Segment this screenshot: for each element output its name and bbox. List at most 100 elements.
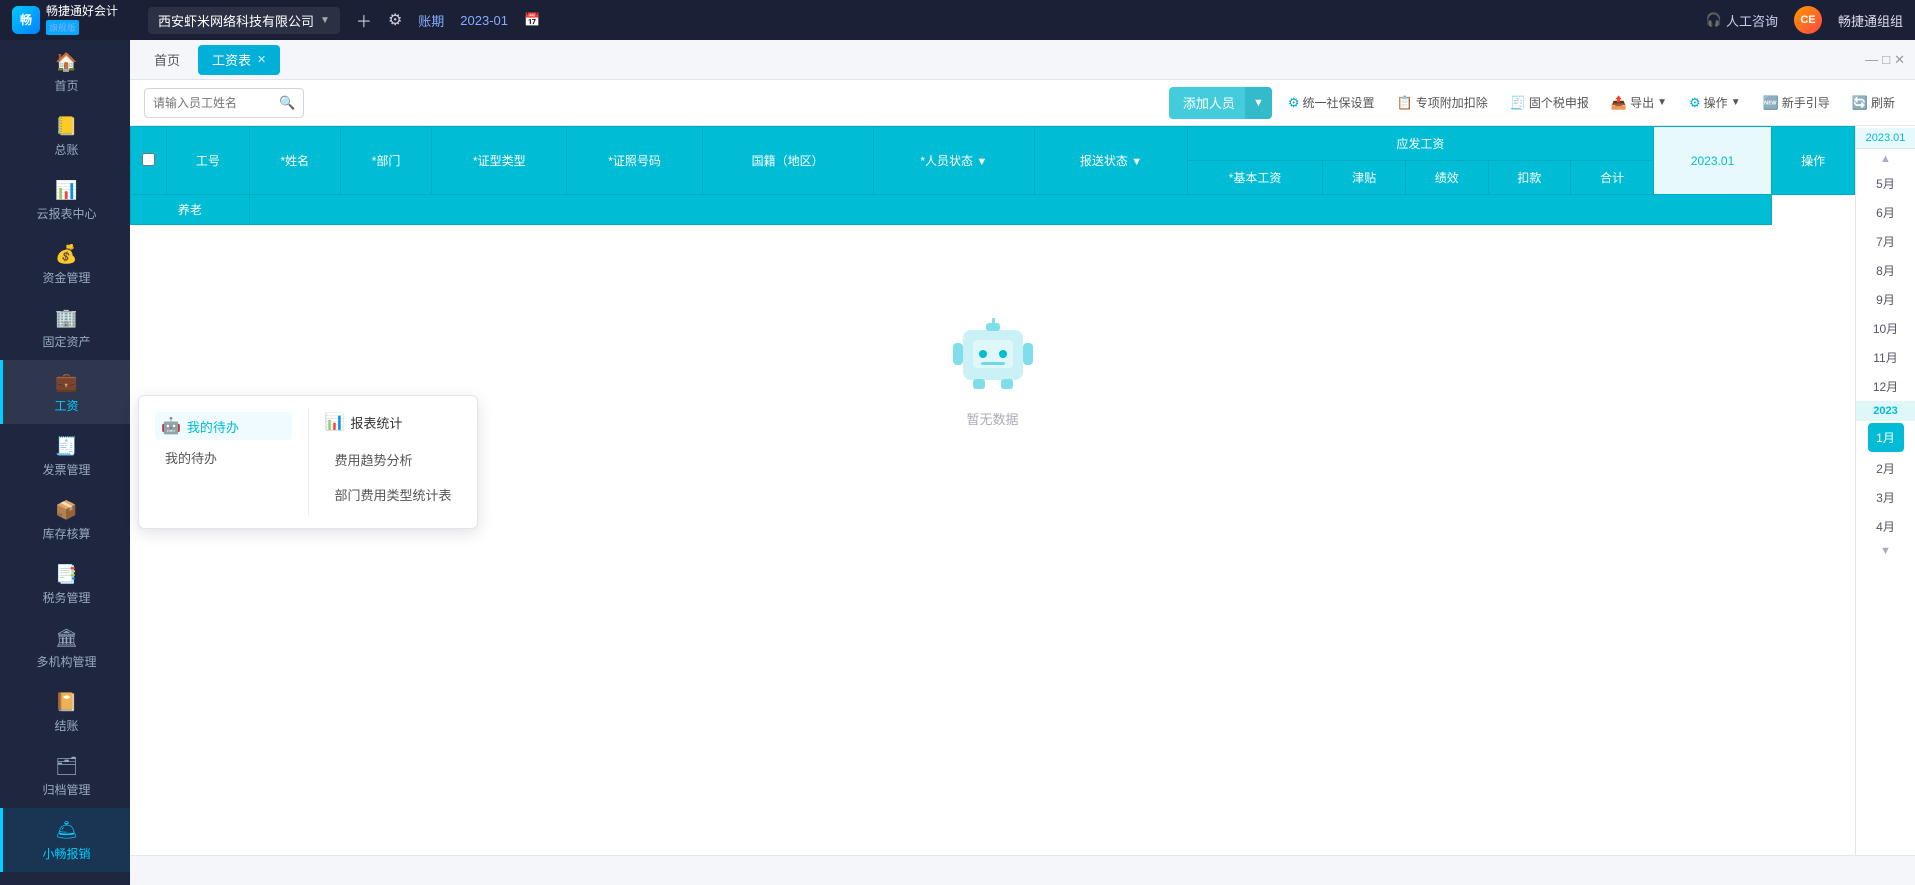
month-item-7[interactable]: 7月	[1856, 227, 1915, 256]
sidebar-item-salary[interactable]: 💼 工资	[0, 360, 130, 424]
app-name: 畅捷通好会计	[46, 4, 118, 18]
service-btn[interactable]: 🎧 人工咨询	[1706, 11, 1778, 30]
tab-home-label: 首页	[154, 50, 180, 69]
calendar-icon[interactable]: 📅	[524, 12, 540, 28]
export-btn[interactable]: 📤 导出 ▼	[1605, 90, 1673, 115]
month-item-1[interactable]: 1月	[1868, 423, 1904, 452]
tab-salary-label: 工资表	[212, 50, 251, 69]
social-security-label: 统一社保设置	[1302, 94, 1374, 111]
month-nav-down[interactable]: ▼	[1856, 541, 1915, 561]
month-item-8[interactable]: 8月	[1856, 256, 1915, 285]
popup-cost-trend[interactable]: 费用趋势分析	[325, 442, 462, 477]
add-person-btn[interactable]: 添加人员	[1169, 87, 1249, 119]
month-nav-up[interactable]: ▲	[1856, 149, 1915, 169]
month-item-3[interactable]: 3月	[1856, 483, 1915, 512]
month-item-9[interactable]: 9月	[1856, 285, 1915, 314]
username: 畅捷通组组	[1838, 11, 1903, 30]
special-deduct-icon: 📋	[1397, 95, 1413, 111]
archive-icon: 🗂	[55, 756, 78, 777]
search-input[interactable]	[153, 96, 273, 110]
sidebar-item-closing[interactable]: 📔 结账	[0, 680, 130, 744]
stats-icon: 📊	[325, 412, 345, 432]
sidebar-item-settings[interactable]: ⚙ 基础设置	[0, 872, 130, 885]
company-name: 西安虾米网络科技有限公司	[158, 11, 314, 30]
month-item-12[interactable]: 12月	[1856, 372, 1915, 401]
tax-report-btn[interactable]: 🧾 固个税申报	[1504, 90, 1595, 115]
select-all-header[interactable]	[131, 127, 167, 195]
sidebar-item-invoice[interactable]: 🧾 发票管理	[0, 424, 130, 488]
refresh-btn[interactable]: 🔄 刷新	[1846, 90, 1901, 115]
month-item-5[interactable]: 5月	[1856, 169, 1915, 198]
popup-col-todo: 🤖 我的待办 我的待办	[139, 396, 308, 528]
tab-salary[interactable]: 工资表 ✕	[198, 45, 280, 75]
operations-btn[interactable]: ⚙ 操作 ▼	[1683, 90, 1747, 115]
tab-home[interactable]: 首页	[140, 45, 194, 75]
month-item-6[interactable]: 6月	[1856, 198, 1915, 227]
sidebar-label-funds: 资金管理	[42, 269, 90, 286]
service-label: 人工咨询	[1726, 11, 1778, 30]
assets-icon: 🏢	[55, 308, 77, 329]
company-selector[interactable]: 西安虾米网络科技有限公司 ▼	[148, 7, 340, 34]
refresh-icon: 🔄	[1852, 95, 1868, 111]
dropdown-chevron-icon: ▼	[1253, 97, 1264, 109]
guide-btn[interactable]: 🆕 新手引导	[1757, 90, 1836, 115]
settings-btn[interactable]: ⚙	[388, 10, 402, 30]
add-person-group: 添加人员 ▼	[1169, 87, 1272, 119]
dept-stats-label: 部门费用类型统计表	[335, 488, 452, 503]
sidebar-item-inventory[interactable]: 📦 库存核算	[0, 488, 130, 552]
salary-icon: 💼	[55, 372, 77, 393]
inventory-icon: 📦	[55, 500, 77, 521]
month-item-4[interactable]: 4月	[1856, 512, 1915, 541]
special-deduct-label: 专项附加扣除	[1416, 94, 1488, 111]
popup-col-stats: 📊 报表统计 费用趋势分析 部门费用类型统计表	[309, 396, 478, 528]
social-security-btn[interactable]: ⚙ 统一社保设置	[1282, 90, 1381, 115]
popup-dept-stats[interactable]: 部门费用类型统计表	[325, 477, 462, 512]
add-company-btn[interactable]: ＋	[356, 8, 372, 32]
special-deduct-btn[interactable]: 📋 专项附加扣除	[1391, 90, 1494, 115]
month-item-10[interactable]: 10月	[1856, 314, 1915, 343]
period-value[interactable]: 2023-01	[460, 13, 508, 28]
closing-icon: 📔	[55, 692, 77, 713]
add-person-dropdown-btn[interactable]: ▼	[1245, 87, 1272, 119]
tax-report-icon: 🧾	[1510, 95, 1526, 111]
select-all-checkbox[interactable]	[142, 153, 155, 166]
user-avatar: CE	[1794, 6, 1822, 34]
tab-minimize-icon[interactable]: —	[1865, 52, 1878, 67]
col-deduct: 扣款	[1488, 161, 1571, 195]
sidebar-label-salary: 工资	[54, 397, 78, 414]
invoice-icon: 🧾	[55, 436, 77, 457]
expense-popup-menu[interactable]: 🤖 我的待办 我的待办 📊 报表统计 费用趋势分析 部门费用类型统计表	[138, 395, 478, 529]
toolbar: 🔍 添加人员 ▼ ⚙ 统一社保设置 📋 专项附加扣除 🧾	[130, 80, 1915, 126]
col-year-header: 2023.01	[1653, 127, 1771, 195]
sidebar-item-funds[interactable]: 💰 资金管理	[0, 232, 130, 296]
sidebar-item-archive[interactable]: 🗂 归档管理	[0, 744, 130, 808]
social-security-icon: ⚙	[1288, 95, 1300, 111]
sidebar-item-reports[interactable]: 📊 云报表中心	[0, 168, 130, 232]
search-box[interactable]: 🔍	[144, 88, 304, 118]
sidebar-label-multi-org: 多机构管理	[36, 653, 96, 670]
popup-todo-title[interactable]: 🤖 我的待办	[155, 412, 292, 440]
sidebar-label-tax: 税务管理	[42, 589, 90, 606]
tab-close-window-icon[interactable]: ✕	[1894, 52, 1905, 68]
tab-maximize-icon[interactable]: □	[1882, 52, 1890, 67]
sidebar-label-reports: 云报表中心	[36, 205, 96, 222]
popup-menu-row: 🤖 我的待办 我的待办 📊 报表统计 费用趋势分析 部门费用类型统计表	[139, 396, 477, 528]
guide-toolbar-icon: 🆕	[1763, 95, 1779, 111]
month-item-2[interactable]: 2月	[1856, 454, 1915, 483]
period-label: 账期	[418, 11, 444, 30]
popup-my-todo[interactable]: 我的待办	[155, 440, 292, 475]
sidebar-item-ledger[interactable]: 📒 总账	[0, 104, 130, 168]
col-name: *姓名	[249, 127, 340, 195]
sidebar-item-multi-org[interactable]: 🏛 多机构管理	[0, 616, 130, 680]
sidebar-item-expense[interactable]: 🛎 小畅报销	[0, 808, 130, 872]
col-employee-id: 工号	[167, 127, 250, 195]
sidebar-item-home[interactable]: 🏠 首页	[0, 40, 130, 104]
col-dept: *部门	[340, 127, 431, 195]
sidebar-item-tax[interactable]: 📑 税务管理	[0, 552, 130, 616]
month-item-11[interactable]: 11月	[1856, 343, 1915, 372]
col-performance: 绩效	[1405, 161, 1488, 195]
logo-area: 畅 畅捷通好会计 旗舰版	[12, 4, 132, 36]
tab-close-icon[interactable]: ✕	[257, 53, 266, 66]
popup-stats-title[interactable]: 📊 报表统计	[325, 412, 462, 442]
sidebar-item-assets[interactable]: 🏢 固定资产	[0, 296, 130, 360]
